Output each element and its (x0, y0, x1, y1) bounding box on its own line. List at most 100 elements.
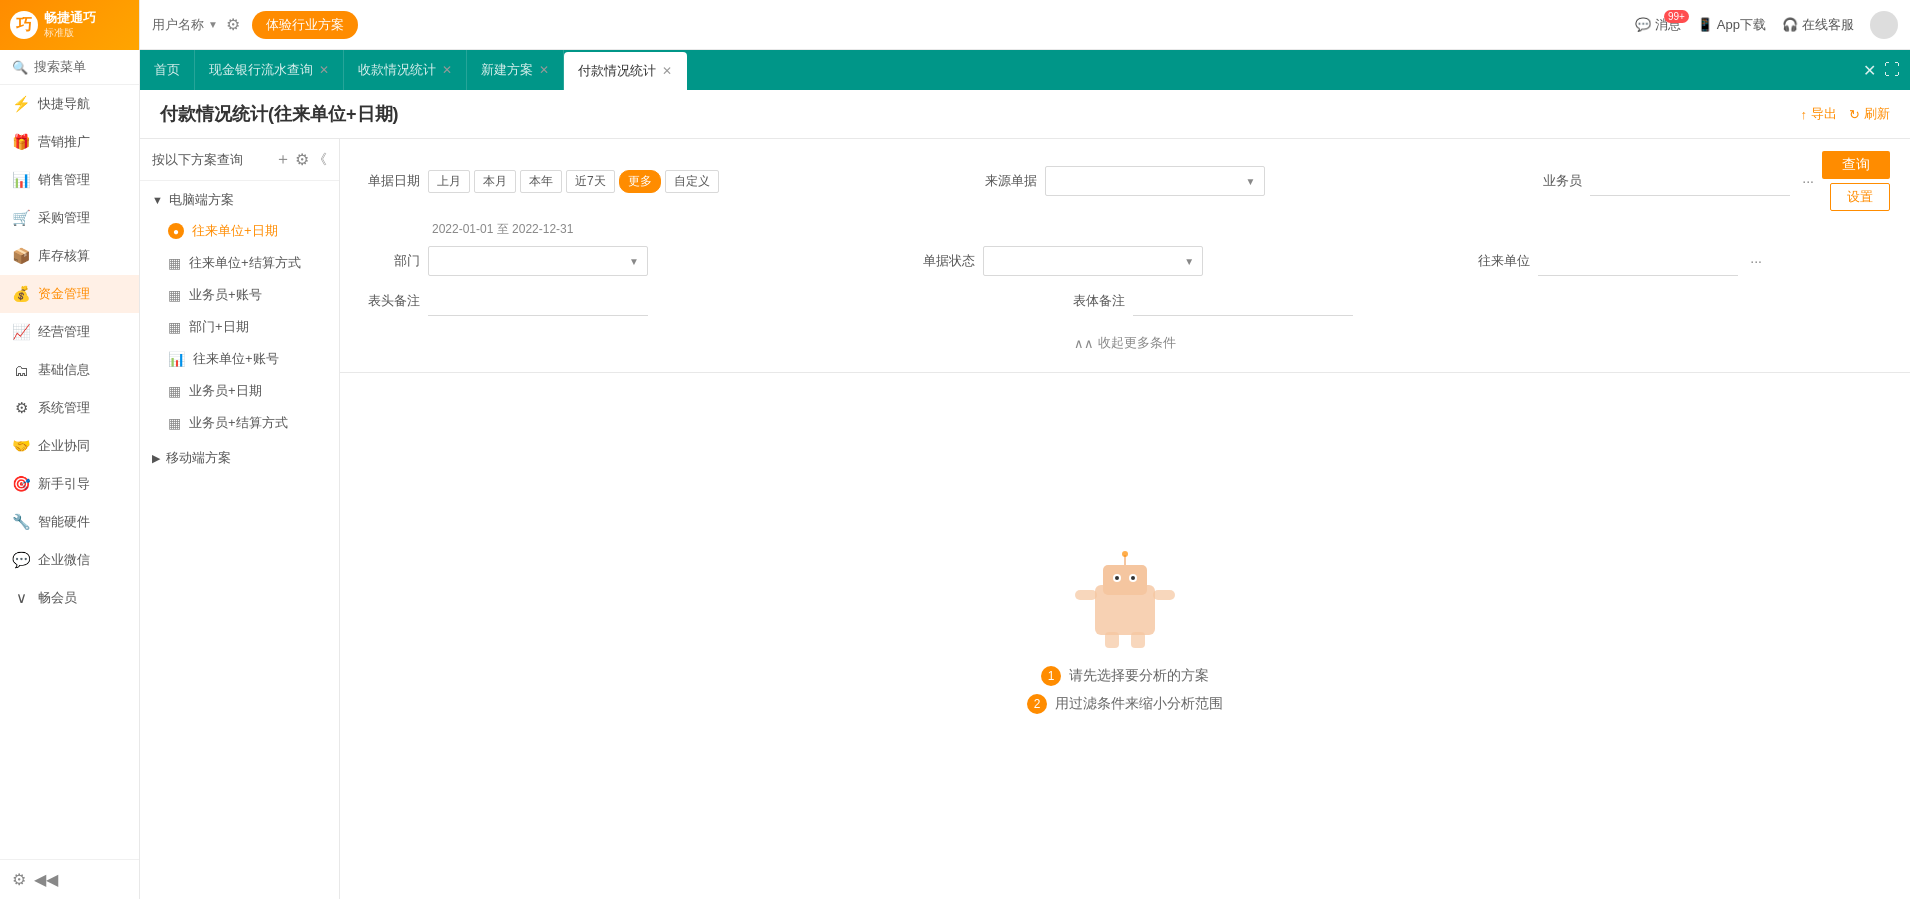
left-panel-header: 按以下方案查询 ＋ ⚙ 《 (140, 139, 339, 181)
scheme-staff-account[interactable]: ▦ 业务员+账号 (140, 279, 339, 311)
refresh-label: 刷新 (1864, 105, 1890, 123)
sidebar-item-purchase[interactable]: 🛒 采购管理 (0, 199, 139, 237)
settings-footer-icon[interactable]: ⚙ (12, 870, 26, 889)
sidebar-item-label: 库存核算 (38, 247, 90, 265)
msg-btn[interactable]: 💬 消息 99+ (1635, 16, 1681, 34)
header-note-input[interactable] (428, 286, 648, 316)
staff-more-btn[interactable]: ··· (1802, 173, 1814, 189)
sidebar-nav: ⚡ 快捷导航 🎁 营销推广 📊 销售管理 🛒 采购管理 📦 库存核算 💰 资金管… (0, 85, 139, 859)
tab-bank-flow[interactable]: 现金银行流水查询 ✕ (195, 50, 344, 90)
tab-payment-stats-close[interactable]: ✕ (662, 64, 672, 78)
sidebar-item-marketing[interactable]: 🎁 营销推广 (0, 123, 139, 161)
app-badge: 标准版 (44, 26, 96, 40)
sidebar-item-system[interactable]: ⚙ 系统管理 (0, 389, 139, 427)
body-note-input[interactable] (1133, 286, 1353, 316)
pc-group-header[interactable]: ▼ 电脑端方案 (140, 185, 339, 215)
scheme-icon: ▦ (168, 287, 181, 303)
refresh-btn[interactable]: ↻ 刷新 (1849, 105, 1890, 123)
scheme-counterpart-date[interactable]: ● 往来单位+日期 (140, 215, 339, 247)
mobile-group-header[interactable]: ▶ 移动端方案 (140, 443, 339, 473)
sidebar-item-member[interactable]: ∨ 畅会员 (0, 579, 139, 617)
dept-label: 部门 (360, 252, 420, 270)
export-btn[interactable]: ↑ 导出 (1801, 105, 1838, 123)
sidebar-item-label: 资金管理 (38, 285, 90, 303)
counterpart-more-btn[interactable]: ··· (1750, 253, 1762, 269)
scheme-label: 部门+日期 (189, 318, 249, 336)
svg-rect-11 (1131, 632, 1145, 648)
scheme-label: 往来单位+结算方式 (189, 254, 301, 272)
dept-select[interactable]: ▼ (428, 246, 648, 276)
body-note-label: 表体备注 (1065, 292, 1125, 310)
tabs-expand-btn[interactable]: ⛶ (1884, 61, 1900, 79)
tab-receipt-stats[interactable]: 收款情况统计 ✕ (344, 50, 467, 90)
main-area: 用户名称 ▼ ⚙ 体验行业方案 💬 消息 99+ 📱 App下载 🎧 在线客服 … (140, 0, 1910, 899)
tab-new-scheme-label: 新建方案 (481, 61, 533, 79)
mobile-group-chevron: ▶ (152, 452, 160, 465)
tab-bank-flow-close[interactable]: ✕ (319, 63, 329, 77)
app-download-btn[interactable]: 📱 App下载 (1697, 16, 1766, 34)
svg-point-5 (1131, 576, 1135, 580)
collapse-sidebar-icon[interactable]: ◀◀ (34, 870, 58, 889)
sidebar-item-sales[interactable]: 📊 销售管理 (0, 161, 139, 199)
date-btn-this-month[interactable]: 本月 (474, 170, 516, 193)
voucher-status-select[interactable]: ▼ (983, 246, 1203, 276)
date-btn-more[interactable]: 更多 (619, 170, 661, 193)
staff-input[interactable] (1590, 166, 1790, 196)
scheme-counterpart-settle[interactable]: ▦ 往来单位+结算方式 (140, 247, 339, 279)
sidebar-item-hardware[interactable]: 🔧 智能硬件 (0, 503, 139, 541)
date-btn-custom[interactable]: 自定义 (665, 170, 719, 193)
sidebar-item-label: 销售管理 (38, 171, 90, 189)
service-btn[interactable]: 🎧 在线客服 (1782, 16, 1854, 34)
sidebar-search[interactable]: 🔍 搜索菜单 (0, 50, 139, 85)
tab-payment-stats[interactable]: 付款情况统计 ✕ (564, 52, 687, 90)
date-btn-last-month[interactable]: 上月 (428, 170, 470, 193)
sidebar-item-wecom[interactable]: 💬 企业微信 (0, 541, 139, 579)
counterpart-input[interactable] (1538, 246, 1738, 276)
tab-new-scheme-close[interactable]: ✕ (539, 63, 549, 77)
collapse-panel-btn[interactable]: 《 (313, 151, 327, 169)
sidebar-item-label: 采购管理 (38, 209, 90, 227)
date-btn-last-7days[interactable]: 近7天 (566, 170, 615, 193)
empty-state: 1 请先选择要分析的方案 2 用过滤条件来缩小分析范围 (340, 373, 1910, 899)
sidebar-item-guide[interactable]: 🎯 新手引导 (0, 465, 139, 503)
voucher-status-label: 单据状态 (915, 252, 975, 270)
scheme-staff-settle[interactable]: ▦ 业务员+结算方式 (140, 407, 339, 439)
tab-receipt-stats-close[interactable]: ✕ (442, 63, 452, 77)
filter-row-3: 表头备注 表体备注 (360, 286, 1890, 316)
trial-btn[interactable]: 体验行业方案 (252, 11, 358, 39)
sidebar-item-quick-nav[interactable]: ⚡ 快捷导航 (0, 85, 139, 123)
scheme-staff-date[interactable]: ▦ 业务员+日期 (140, 375, 339, 407)
left-panel-header-label: 按以下方案查询 (152, 151, 243, 169)
manage-scheme-btn[interactable]: ⚙ (295, 150, 309, 169)
tabs-close-btn[interactable]: ✕ (1863, 61, 1876, 80)
user-avatar[interactable] (1870, 11, 1898, 39)
export-icon: ↑ (1801, 107, 1808, 122)
settings-btn[interactable]: 设置 (1830, 183, 1890, 211)
tab-home[interactable]: 首页 (140, 50, 195, 90)
enterprise-icon: 🤝 (12, 437, 30, 455)
tabs-right-actions: ✕ ⛶ (1853, 61, 1910, 80)
msg-badge: 99+ (1664, 10, 1689, 23)
tab-new-scheme[interactable]: 新建方案 ✕ (467, 50, 564, 90)
sidebar-item-basic[interactable]: 🗂 基础信息 (0, 351, 139, 389)
svg-point-4 (1115, 576, 1119, 580)
service-icon: 🎧 (1782, 17, 1798, 32)
topbar-gear-icon[interactable]: ⚙ (226, 15, 240, 34)
sidebar-item-operations[interactable]: 📈 经营管理 (0, 313, 139, 351)
user-area[interactable]: 用户名称 ▼ (152, 16, 218, 34)
scheme-counterpart-account[interactable]: 📊 往来单位+账号 (140, 343, 339, 375)
counterpart-label: 往来单位 (1470, 252, 1530, 270)
sidebar-item-inventory[interactable]: 📦 库存核算 (0, 237, 139, 275)
app-icon: 📱 (1697, 17, 1713, 32)
scheme-dept-date[interactable]: ▦ 部门+日期 (140, 311, 339, 343)
logo-text: 畅捷通巧 (44, 10, 96, 26)
query-btn[interactable]: 查询 (1822, 151, 1890, 179)
date-btn-this-year[interactable]: 本年 (520, 170, 562, 193)
collapse-more-btn[interactable]: ∧∧ 收起更多条件 (360, 326, 1890, 360)
add-scheme-btn[interactable]: ＋ (275, 149, 291, 170)
sidebar-item-enterprise[interactable]: 🤝 企业协同 (0, 427, 139, 465)
scheme-chart-icon: 📊 (168, 351, 185, 367)
source-select[interactable]: ▼ (1045, 166, 1265, 196)
sidebar-item-capital[interactable]: 💰 资金管理 (0, 275, 139, 313)
page-actions: ↑ 导出 ↻ 刷新 (1801, 105, 1891, 123)
